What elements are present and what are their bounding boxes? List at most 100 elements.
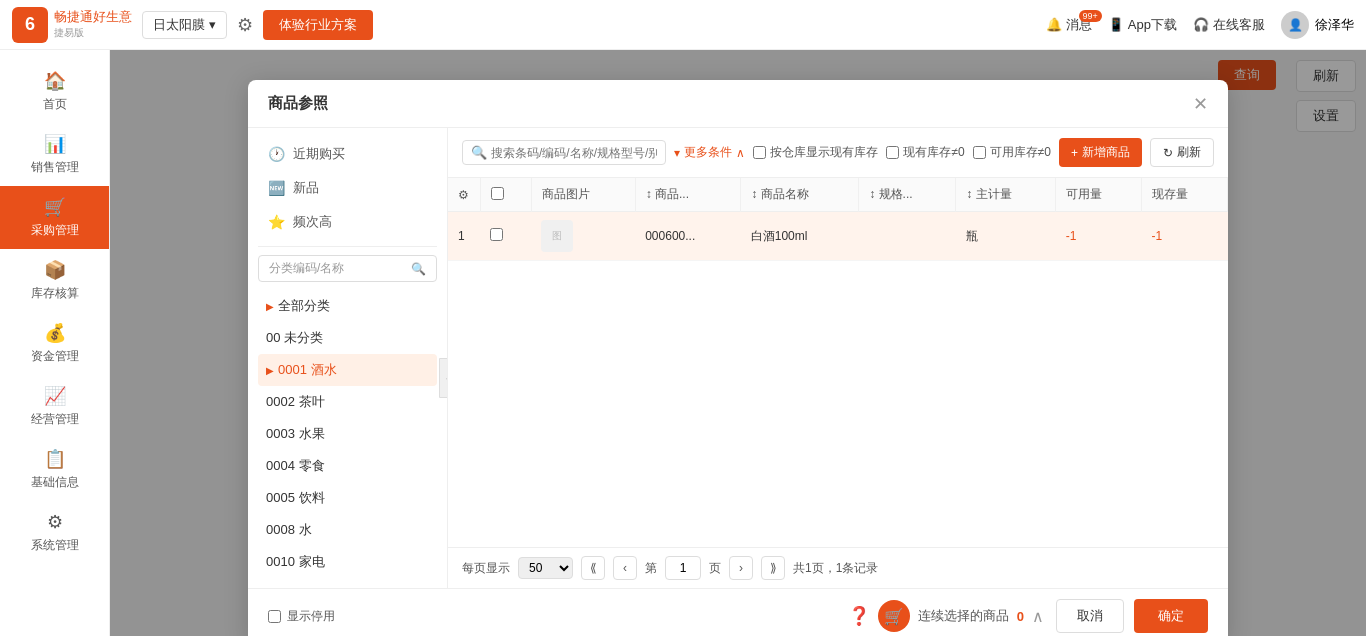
cart-button[interactable]: 🛒 bbox=[878, 600, 910, 632]
category-item-water[interactable]: 0008 水 bbox=[258, 514, 437, 546]
product-search-wrap[interactable]: 🔍 bbox=[462, 140, 666, 165]
page-suffix: 页 bbox=[709, 560, 721, 577]
row-checkbox[interactable] bbox=[480, 212, 531, 261]
category-label: 0010 家电 bbox=[266, 553, 325, 571]
logo-icon: 6 bbox=[12, 7, 48, 43]
left-panel: 🕐 近期购买 🆕 新品 ⭐ 频次高 bbox=[248, 128, 448, 588]
sidebar-label: 系统管理 bbox=[31, 537, 79, 554]
available-stock-checkbox[interactable] bbox=[973, 146, 986, 159]
nonzero-stock-checkbox[interactable] bbox=[886, 146, 899, 159]
search-icon: 🔍 bbox=[471, 145, 487, 160]
prev-page-button[interactable]: ‹ bbox=[613, 556, 637, 580]
check-nonzero-stock[interactable]: 现有库存≠0 bbox=[886, 144, 964, 161]
page-total: 共1页，1条记录 bbox=[793, 560, 878, 577]
online-service-button[interactable]: 🎧 在线客服 bbox=[1193, 16, 1265, 34]
refresh-product-button[interactable]: ↻ 刷新 bbox=[1150, 138, 1214, 167]
collapse-panel-button[interactable]: « bbox=[439, 358, 448, 398]
show-disabled-checkbox-wrap[interactable]: 显示停用 bbox=[268, 608, 335, 625]
settings-button[interactable]: ⚙ bbox=[237, 14, 253, 36]
row-index: 1 bbox=[448, 212, 480, 261]
first-page-button[interactable]: ⟪ bbox=[581, 556, 605, 580]
username-label: 徐泽华 bbox=[1315, 16, 1354, 34]
per-page-select[interactable]: 50 100 200 bbox=[518, 557, 573, 579]
app-download-button[interactable]: 📱 App下载 bbox=[1108, 16, 1177, 34]
product-search-input[interactable] bbox=[491, 146, 657, 160]
check1-label: 按仓库显示现有库存 bbox=[770, 144, 878, 161]
category-search-wrap[interactable]: 分类编码/名称 🔍 bbox=[258, 255, 437, 282]
row-spec bbox=[859, 212, 956, 261]
category-search-placeholder: 分类编码/名称 bbox=[269, 260, 344, 277]
category-item-tea[interactable]: 0002 茶叶 bbox=[258, 386, 437, 418]
category-label: 全部分类 bbox=[278, 297, 330, 315]
col-settings[interactable]: ⚙ bbox=[448, 178, 480, 212]
sidebar-item-inventory[interactable]: 📦 库存核算 bbox=[0, 249, 109, 312]
store-name: 日太阳膜 bbox=[153, 16, 205, 34]
tab-label: 频次高 bbox=[293, 213, 332, 231]
category-item-liquor[interactable]: ▶ 0001 酒水 bbox=[258, 354, 437, 386]
logo-text: 畅捷通好生意 bbox=[54, 9, 132, 26]
try-industry-button[interactable]: 体验行业方案 bbox=[263, 10, 373, 40]
category-item-appliance[interactable]: 0010 家电 bbox=[258, 546, 437, 578]
check-warehouse-stock[interactable]: 按仓库显示现有库存 bbox=[753, 144, 878, 161]
notification-button[interactable]: 🔔 消息 99+ bbox=[1046, 16, 1092, 34]
tab-label: 近期购买 bbox=[293, 145, 345, 163]
add-product-button[interactable]: + 新增商品 bbox=[1059, 138, 1142, 167]
category-label: 0004 零食 bbox=[266, 457, 325, 475]
product-table-wrap: ⚙ 商品图片 ↕ 商品... ↕ 商品名称 ↕ 规格... ↕ 主计量 可用量 … bbox=[448, 178, 1228, 547]
sidebar-item-purchase[interactable]: 🛒 采购管理 bbox=[0, 186, 109, 249]
check2-label: 现有库存≠0 bbox=[903, 144, 964, 161]
help-icon[interactable]: ❓ bbox=[848, 605, 870, 627]
user-avatar-area[interactable]: 👤 徐泽华 bbox=[1281, 11, 1354, 39]
dialog-close-button[interactable]: ✕ bbox=[1193, 95, 1208, 113]
category-list: ▶ 全部分类 00 未分类 ▶ 0001 酒水 0002 茶叶 bbox=[248, 290, 447, 578]
category-label: 0003 水果 bbox=[266, 425, 325, 443]
col-code[interactable]: ↕ 商品... bbox=[635, 178, 741, 212]
warehouse-stock-checkbox[interactable] bbox=[753, 146, 766, 159]
tab-frequent[interactable]: ⭐ 频次高 bbox=[258, 206, 437, 238]
col-name[interactable]: ↕ 商品名称 bbox=[741, 178, 859, 212]
search-icon: 🔍 bbox=[411, 262, 426, 276]
category-item-snack[interactable]: 0004 零食 bbox=[258, 450, 437, 482]
mobile-icon: 📱 bbox=[1108, 17, 1124, 32]
store-selector[interactable]: 日太阳膜 ▾ bbox=[142, 11, 227, 39]
category-item-uncategorized[interactable]: 00 未分类 bbox=[258, 322, 437, 354]
sidebar-item-finance[interactable]: 💰 资金管理 bbox=[0, 312, 109, 375]
category-label: 0002 茶叶 bbox=[266, 393, 325, 411]
more-filter-button[interactable]: ▾ 更多条件 ∧ bbox=[674, 140, 745, 165]
topnav: 6 畅捷通好生意 捷易版 日太阳膜 ▾ ⚙ 体验行业方案 🔔 消息 99+ 📱 … bbox=[0, 0, 1366, 50]
sidebar-item-sales[interactable]: 📊 销售管理 bbox=[0, 123, 109, 186]
tab-label: 新品 bbox=[293, 179, 319, 197]
next-page-button[interactable]: › bbox=[729, 556, 753, 580]
add-label: 新增商品 bbox=[1082, 144, 1130, 161]
headset-icon: 🎧 bbox=[1193, 17, 1209, 32]
check-available-stock[interactable]: 可用库存≠0 bbox=[973, 144, 1051, 161]
table-row[interactable]: 1 图 000600... 白酒100ml 瓶 -1 bbox=[448, 212, 1228, 261]
row-image: 图 bbox=[531, 212, 635, 261]
dialog-body: 🕐 近期购买 🆕 新品 ⭐ 频次高 bbox=[248, 128, 1228, 588]
dialog-title: 商品参照 bbox=[268, 94, 328, 113]
filter-icon: ▾ bbox=[674, 146, 680, 160]
product-reference-dialog: 商品参照 ✕ 🕐 近期购买 🆕 新品 bbox=[248, 80, 1228, 636]
chevron-up-icon[interactable]: ∧ bbox=[1032, 607, 1044, 626]
last-page-button[interactable]: ⟫ bbox=[761, 556, 785, 580]
sidebar-label: 首页 bbox=[43, 96, 67, 113]
tab-new-products[interactable]: 🆕 新品 bbox=[258, 172, 437, 204]
sidebar-item-business[interactable]: 📈 经营管理 bbox=[0, 375, 109, 438]
sidebar-item-system[interactable]: ⚙ 系统管理 bbox=[0, 501, 109, 564]
col-unit[interactable]: ↕ 主计量 bbox=[956, 178, 1056, 212]
category-item-beverage[interactable]: 0005 饮料 bbox=[258, 482, 437, 514]
page-input[interactable] bbox=[665, 556, 701, 580]
show-disabled-checkbox[interactable] bbox=[268, 610, 281, 623]
right-panel: 🔍 ▾ 更多条件 ∧ 按仓库显示现有库存 bbox=[448, 128, 1228, 588]
confirm-button[interactable]: 确定 bbox=[1134, 599, 1208, 633]
sidebar-item-home[interactable]: 🏠 首页 bbox=[0, 60, 109, 123]
tab-recent-purchase[interactable]: 🕐 近期购买 bbox=[258, 138, 437, 170]
cancel-button[interactable]: 取消 bbox=[1056, 599, 1124, 633]
filter-label: 更多条件 bbox=[684, 144, 732, 161]
row-select-checkbox[interactable] bbox=[490, 228, 503, 241]
sidebar-item-basic-info[interactable]: 📋 基础信息 bbox=[0, 438, 109, 501]
col-spec[interactable]: ↕ 规格... bbox=[859, 178, 956, 212]
select-all-checkbox[interactable] bbox=[491, 187, 504, 200]
category-item-all[interactable]: ▶ 全部分类 bbox=[258, 290, 437, 322]
category-item-fruit[interactable]: 0003 水果 bbox=[258, 418, 437, 450]
